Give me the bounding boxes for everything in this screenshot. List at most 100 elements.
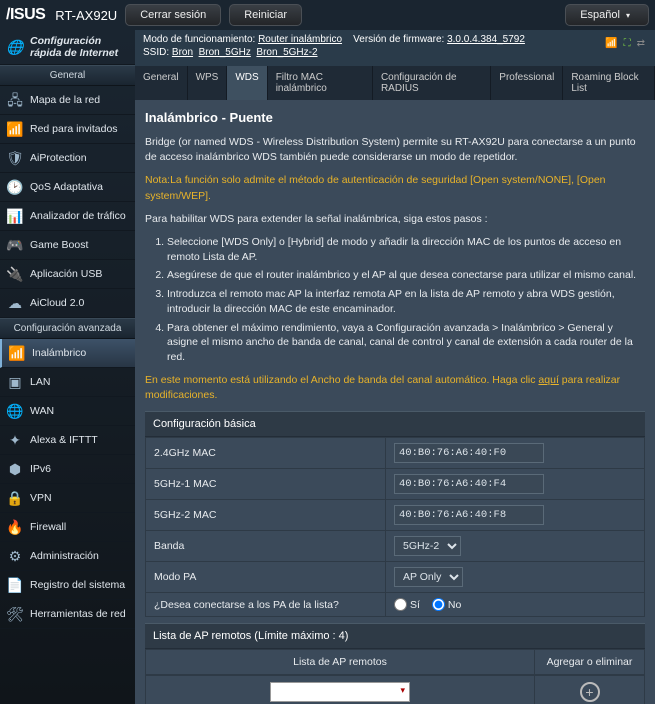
steps-list: Seleccione [WDS Only] o [Hybrid] de modo… [145,235,645,365]
aplist-col1: Lista de AP remotos [146,650,534,674]
ssid-label: SSID: [143,47,169,58]
op-mode-link[interactable]: Router inalámbrico [258,34,342,45]
op-mode-label: Modo de funcionamiento: [143,34,255,45]
ssid-1: Bron [172,47,193,58]
wifi-icon: 📶 [8,344,26,362]
connect-yes[interactable]: Sí [394,598,420,611]
fw-link[interactable]: 3.0.0.4.384_5792 [447,34,525,45]
connect-label: ¿Desea conectarse a los PA de la lista? [146,593,386,617]
auto-channel-link[interactable]: aquí [538,374,558,386]
sidebar-item-qos[interactable]: 🕑QoS Adaptativa [0,173,135,202]
tab-roaming-block[interactable]: Roaming Block List [563,66,655,100]
aplist-header: Lista de AP remotos Agregar o eliminar [145,649,645,675]
apmode-label: Modo PA [146,562,386,593]
alexa-icon: ✦ [6,431,24,449]
connect-no[interactable]: No [432,598,461,611]
tab-wps[interactable]: WPS [188,66,228,100]
tab-radius[interactable]: Configuración de RADIUS [373,66,491,100]
globe-icon: 🌐 [6,38,24,56]
aplist-mac-input[interactable] [270,682,410,702]
sidebar-item-alexa[interactable]: ✦Alexa & IFTTT [0,426,135,455]
cloud-icon: ☁ [6,294,24,312]
step-4: Para obtener el máximo rendimiento, vaya… [167,321,645,365]
wifi-icon: 📶 [6,120,24,138]
sidebar-item-network-map[interactable]: 🖧Mapa de la red [0,86,135,115]
reboot-button[interactable]: Reiniciar [229,4,302,26]
tab-macfilter[interactable]: Filtro MAC inalámbrico [268,66,373,100]
intro-text: Bridge (or named WDS - Wireless Distribu… [145,135,645,165]
sidebar-item-lan[interactable]: ▣LAN [0,368,135,397]
language-select[interactable]: Español [565,4,649,26]
sidebar: 🌐 Configuración rápida de Internet Gener… [0,30,135,704]
log-icon: 📄 [6,576,24,594]
mac24-label: 2.4GHz MAC [146,438,386,469]
network-icon: 🖧 [6,91,24,109]
section-aplist: Lista de AP remotos (Límite máximo : 4) [145,623,645,649]
globe-icon: 🌐 [6,402,24,420]
fw-label: Versión de firmware: [353,34,444,45]
sidebar-item-traffic-analyzer[interactable]: 📊Analizador de tráfico [0,202,135,231]
tab-wds[interactable]: WDS [227,66,267,100]
brand-logo: /ISUS [6,6,45,24]
tools-icon: 🛠 [6,605,24,623]
sidebar-section-advanced: Configuración avanzada [0,318,135,339]
band-select[interactable]: 5GHz-2 [394,536,461,556]
auto-channel-note: En este momento está utilizando el Ancho… [145,373,645,403]
app-header: /ISUS RT-AX92U Cerrar sesión Reiniciar E… [0,0,655,30]
mac52-label: 5GHz-2 MAC [146,500,386,531]
gamepad-icon: 🎮 [6,236,24,254]
logout-button[interactable]: Cerrar sesión [125,4,221,26]
sidebar-item-guest-network[interactable]: 📶Red para invitados [0,115,135,144]
tab-professional[interactable]: Professional [491,66,563,100]
sidebar-item-vpn[interactable]: 🔒VPN [0,484,135,513]
sidebar-item-ipv6[interactable]: ⬢IPv6 [0,455,135,484]
sidebar-item-usb-app[interactable]: 🔌Aplicación USB [0,260,135,289]
mac51-field[interactable] [394,474,544,494]
vpn-icon: 🔒 [6,489,24,507]
info-bar: Modo de funcionamiento: Router inalámbri… [135,30,655,66]
lan-icon: ▣ [6,373,24,391]
sidebar-section-general: General [0,65,135,86]
sidebar-item-quick-setup[interactable]: 🌐 Configuración rápida de Internet [0,30,135,65]
usb-status-icon[interactable]: ⇄ [637,38,645,49]
mac24-field[interactable] [394,443,544,463]
gear-icon: ⚙ [6,547,24,565]
page-title: Inalámbrico - Puente [145,110,645,125]
content-panel: Inalámbrico - Puente Bridge (or named WD… [135,100,655,704]
section-basic: Configuración básica [145,411,645,437]
note-text: Nota:La función solo admite el método de… [145,173,645,203]
sidebar-item-wireless[interactable]: 📶Inalámbrico [0,339,135,368]
aplist-col2: Agregar o eliminar [534,650,644,674]
sidebar-item-nettools[interactable]: 🛠Herramientas de red [0,600,135,629]
sidebar-item-aiprotection[interactable]: 🛡AiProtection [0,144,135,173]
chart-icon: 📊 [6,207,24,225]
mac52-field[interactable] [394,505,544,525]
ssid-3: Bron_5GHz-2 [256,47,317,58]
sidebar-item-aicloud[interactable]: ☁AiCloud 2.0 [0,289,135,318]
mac51-label: 5GHz-1 MAC [146,469,386,500]
aimesh-status-icon[interactable]: ⛶ [624,38,631,49]
gauge-icon: 🕑 [6,178,24,196]
wifi-status-icon[interactable]: 📶 [605,38,617,49]
basic-config-table: 2.4GHz MAC 5GHz-1 MAC 5GHz-2 MAC Banda 5… [145,437,645,617]
ssid-2: Bron_5GHz [199,47,251,58]
sidebar-item-wan[interactable]: 🌐WAN [0,397,135,426]
firewall-icon: 🔥 [6,518,24,536]
shield-icon: 🛡 [6,149,24,167]
wireless-tabs: General WPS WDS Filtro MAC inalámbrico C… [135,66,655,100]
step-2: Asegúrese de que el router inalámbrico y… [167,268,645,283]
steps-intro: Para habilitar WDS para extender la seña… [145,212,645,227]
add-ap-button[interactable]: + [580,682,600,702]
tab-general[interactable]: General [135,66,188,100]
step-1: Seleccione [WDS Only] o [Hybrid] de modo… [167,235,645,264]
sidebar-item-firewall[interactable]: 🔥Firewall [0,513,135,542]
step-3: Introduzca el remoto mac AP la interfaz … [167,287,645,316]
usb-icon: 🔌 [6,265,24,283]
model-name: RT-AX92U [55,8,117,23]
sidebar-item-admin[interactable]: ⚙Administración [0,542,135,571]
apmode-select[interactable]: AP Only [394,567,463,587]
band-label: Banda [146,531,386,562]
sidebar-item-syslog[interactable]: 📄Registro del sistema [0,571,135,600]
ipv6-icon: ⬢ [6,460,24,478]
sidebar-item-game-boost[interactable]: 🎮Game Boost [0,231,135,260]
